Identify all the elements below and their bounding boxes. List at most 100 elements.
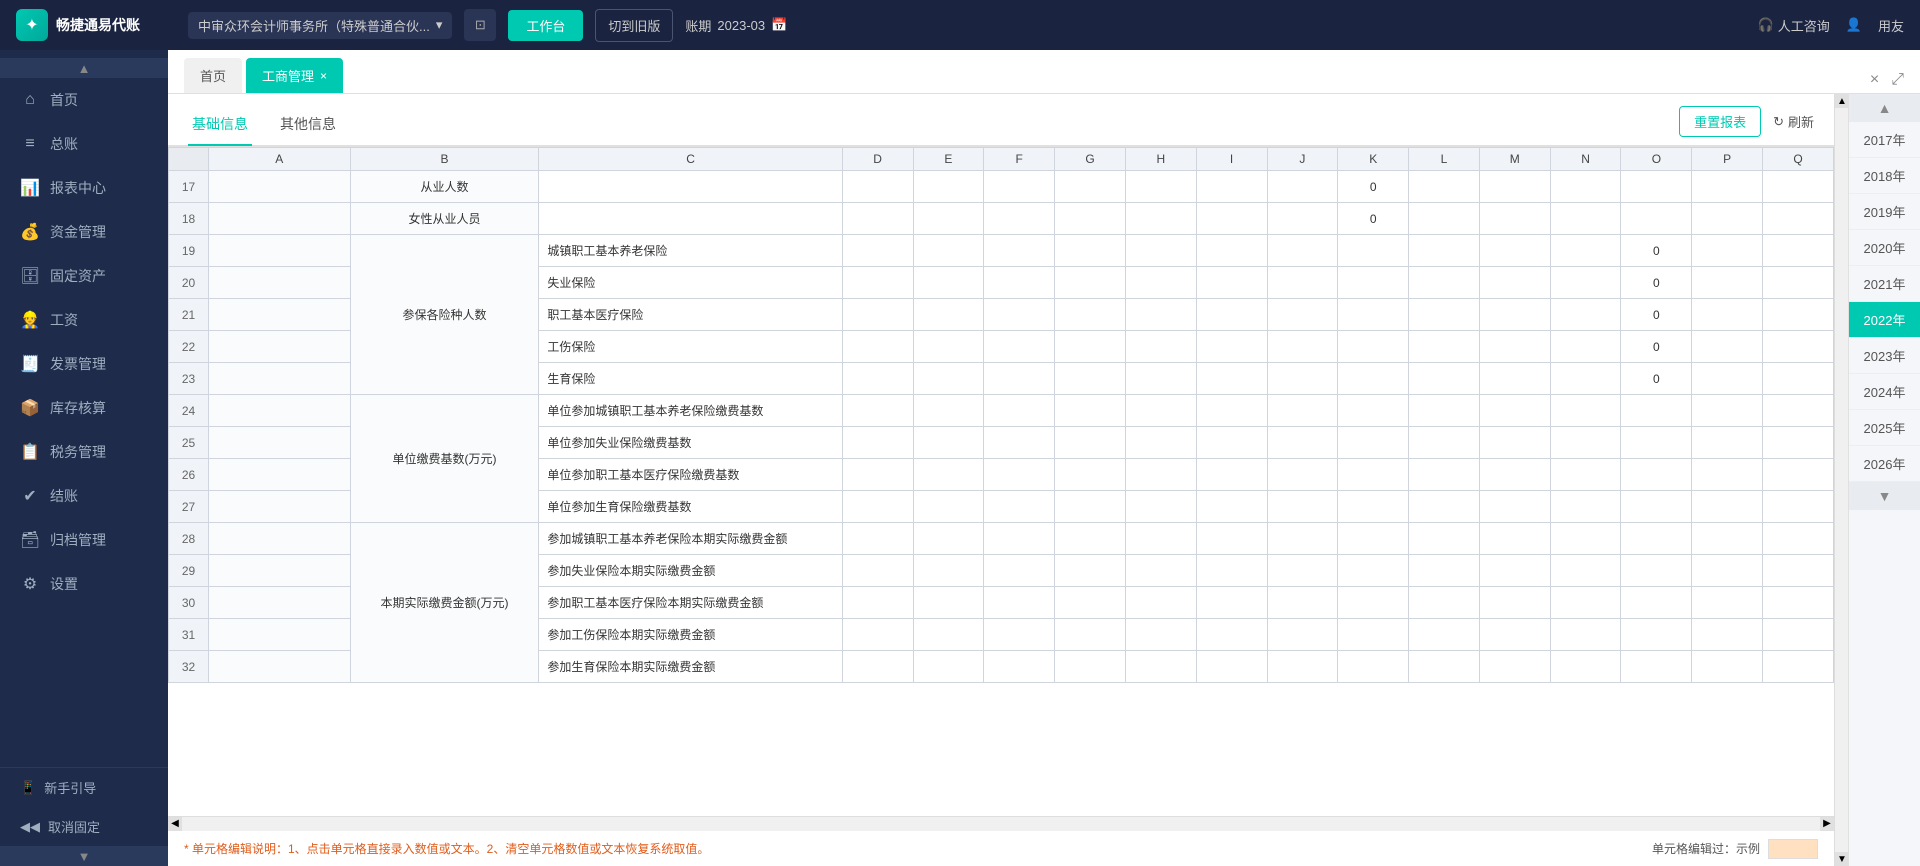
cell-d[interactable]	[842, 587, 913, 619]
cell-o[interactable]	[1621, 459, 1692, 491]
cell-f[interactable]	[984, 459, 1055, 491]
cell-a[interactable]	[209, 171, 351, 203]
cell-e[interactable]	[913, 171, 984, 203]
cell-e[interactable]	[913, 523, 984, 555]
cell-m[interactable]	[1479, 299, 1550, 331]
cell-m[interactable]	[1479, 427, 1550, 459]
cell-i[interactable]	[1196, 267, 1267, 299]
cell-m[interactable]	[1479, 171, 1550, 203]
cell-j[interactable]	[1267, 235, 1338, 267]
cell-l[interactable]	[1409, 203, 1480, 235]
cell-m[interactable]	[1479, 395, 1550, 427]
year-item[interactable]: 2022年	[1849, 302, 1920, 338]
cell-p[interactable]	[1692, 459, 1763, 491]
cell-p[interactable]	[1692, 587, 1763, 619]
cell-c[interactable]: 单位参加失业保险缴费基数	[539, 427, 842, 459]
cell-i[interactable]	[1196, 331, 1267, 363]
horizontal-scrollbar[interactable]: ◀ ▶	[168, 816, 1834, 830]
cell-j[interactable]	[1267, 203, 1338, 235]
cell-p[interactable]	[1692, 555, 1763, 587]
cell-g[interactable]	[1055, 395, 1126, 427]
sidebar-item-checkout[interactable]: ✔ 结账	[0, 474, 168, 518]
cell-j[interactable]	[1267, 651, 1338, 683]
cell-o[interactable]: 0	[1621, 267, 1692, 299]
cell-j[interactable]	[1267, 619, 1338, 651]
cell-p[interactable]	[1692, 427, 1763, 459]
cell-p[interactable]	[1692, 651, 1763, 683]
cell-l[interactable]	[1409, 331, 1480, 363]
cell-k[interactable]	[1338, 267, 1409, 299]
cell-b[interactable]: 单位缴费基数(万元)	[350, 395, 539, 523]
cell-b[interactable]: 参保各险种人数	[350, 235, 539, 395]
cell-l[interactable]	[1409, 427, 1480, 459]
cell-d[interactable]	[842, 363, 913, 395]
cell-f[interactable]	[984, 619, 1055, 651]
cell-l[interactable]	[1409, 619, 1480, 651]
cell-a[interactable]	[209, 203, 351, 235]
cell-c[interactable]: 生育保险	[539, 363, 842, 395]
cell-h[interactable]	[1125, 427, 1196, 459]
cell-q[interactable]	[1763, 555, 1834, 587]
cell-g[interactable]	[1055, 555, 1126, 587]
cell-c[interactable]: 参加失业保险本期实际缴费金额	[539, 555, 842, 587]
cell-m[interactable]	[1479, 651, 1550, 683]
cell-c[interactable]: 单位参加城镇职工基本养老保险缴费基数	[539, 395, 842, 427]
cell-a[interactable]	[209, 267, 351, 299]
cell-p[interactable]	[1692, 395, 1763, 427]
cell-p[interactable]	[1692, 619, 1763, 651]
cell-q[interactable]	[1763, 491, 1834, 523]
cell-p[interactable]	[1692, 523, 1763, 555]
cell-n[interactable]	[1550, 427, 1621, 459]
cell-a[interactable]	[209, 459, 351, 491]
cell-b[interactable]: 女性从业人员	[350, 203, 539, 235]
cell-o[interactable]	[1621, 171, 1692, 203]
cell-a[interactable]	[209, 491, 351, 523]
cell-g[interactable]	[1055, 331, 1126, 363]
cell-f[interactable]	[984, 651, 1055, 683]
scroll-track[interactable]	[182, 817, 1820, 831]
cell-g[interactable]	[1055, 203, 1126, 235]
cell-q[interactable]	[1763, 363, 1834, 395]
cell-e[interactable]	[913, 427, 984, 459]
cell-l[interactable]	[1409, 395, 1480, 427]
cell-g[interactable]	[1055, 427, 1126, 459]
refresh-button[interactable]: ↻ 刷新	[1773, 112, 1814, 131]
cell-a[interactable]	[209, 619, 351, 651]
cell-n[interactable]	[1550, 459, 1621, 491]
cell-h[interactable]	[1125, 363, 1196, 395]
year-item[interactable]: 2021年	[1849, 266, 1920, 302]
cell-k[interactable]	[1338, 427, 1409, 459]
cell-m[interactable]	[1479, 203, 1550, 235]
cell-n[interactable]	[1550, 555, 1621, 587]
year-item[interactable]: 2025年	[1849, 410, 1920, 446]
cell-i[interactable]	[1196, 203, 1267, 235]
cell-o[interactable]: 0	[1621, 235, 1692, 267]
cell-h[interactable]	[1125, 491, 1196, 523]
cell-m[interactable]	[1479, 459, 1550, 491]
cell-p[interactable]	[1692, 299, 1763, 331]
cell-n[interactable]	[1550, 523, 1621, 555]
cell-k[interactable]	[1338, 299, 1409, 331]
cell-k[interactable]	[1338, 235, 1409, 267]
cell-o[interactable]	[1621, 555, 1692, 587]
cell-q[interactable]	[1763, 267, 1834, 299]
cell-h[interactable]	[1125, 171, 1196, 203]
cell-d[interactable]	[842, 523, 913, 555]
tab-close-icon[interactable]: ×	[320, 69, 327, 83]
cell-e[interactable]	[913, 395, 984, 427]
cell-i[interactable]	[1196, 555, 1267, 587]
cell-c[interactable]: 失业保险	[539, 267, 842, 299]
cell-e[interactable]	[913, 267, 984, 299]
cell-f[interactable]	[984, 427, 1055, 459]
cell-m[interactable]	[1479, 331, 1550, 363]
sidebar-scroll-up[interactable]: ▲	[0, 58, 168, 78]
cell-d[interactable]	[842, 491, 913, 523]
year-item[interactable]: 2018年	[1849, 158, 1920, 194]
cell-j[interactable]	[1267, 491, 1338, 523]
cell-l[interactable]	[1409, 491, 1480, 523]
cell-h[interactable]	[1125, 203, 1196, 235]
cell-m[interactable]	[1479, 491, 1550, 523]
cell-i[interactable]	[1196, 619, 1267, 651]
cell-d[interactable]	[842, 171, 913, 203]
cell-p[interactable]	[1692, 267, 1763, 299]
